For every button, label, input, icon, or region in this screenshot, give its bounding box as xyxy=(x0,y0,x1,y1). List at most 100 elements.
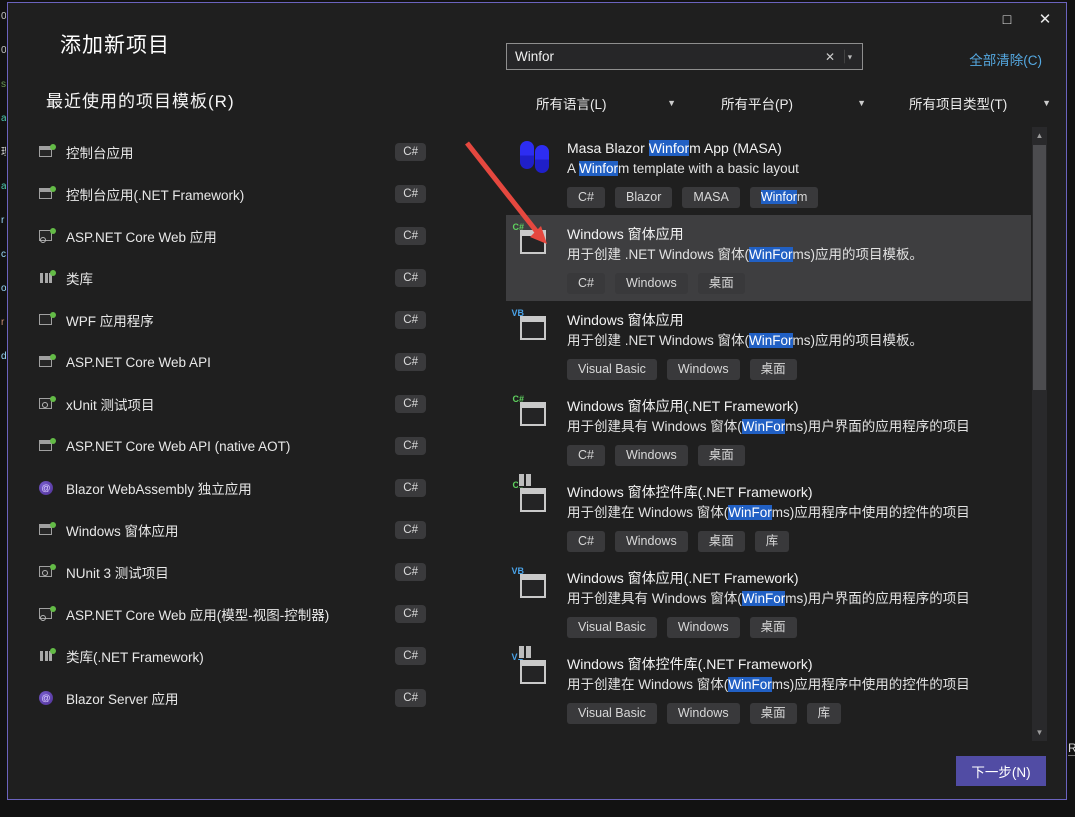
background-code-char: 0 xyxy=(0,34,6,68)
result-row[interactable]: Masa Blazor Winform App (MASA)A Winform … xyxy=(506,129,1031,215)
maximize-button[interactable]: □ xyxy=(996,9,1018,29)
result-desc-text-highlight: WinFor xyxy=(742,419,786,434)
result-desc-text-highlight: WinFor xyxy=(749,333,793,348)
result-title-text: Windows 窗体应用 xyxy=(567,312,684,328)
result-description: A Winform template with a basic layout xyxy=(567,159,818,179)
tag-text: 桌面 xyxy=(709,534,734,548)
masa-icon xyxy=(520,141,554,215)
background-code-char: 理 xyxy=(0,136,6,170)
tag-pill: 桌面 xyxy=(698,273,745,294)
result-row-selected[interactable]: C#Windows 窗体应用用于创建 .NET Windows 窗体(WinFo… xyxy=(506,215,1031,301)
result-body: Windows 窗体控件库(.NET Framework)用于创建在 Windo… xyxy=(567,654,970,731)
result-row[interactable]: C#Windows 窗体应用(.NET Framework)用于创建具有 Win… xyxy=(506,387,1031,473)
sidebar-template-item[interactable]: Windows 窗体应用C# xyxy=(38,509,426,551)
sidebar-template-item[interactable]: xUnit 测试项目C# xyxy=(38,383,426,425)
result-description: 用于创建具有 Windows 窗体(WinForms)用户界面的应用程序的项目 xyxy=(567,589,970,609)
sidebar-template-item[interactable]: ASP.NET Core Web 应用C# xyxy=(38,215,426,257)
scrollbar-down-arrow-icon[interactable]: ▼ xyxy=(1032,725,1047,740)
sidebar-template-item[interactable]: 控制台应用(.NET Framework)C# xyxy=(38,173,426,215)
tag-text: Windows xyxy=(678,620,729,634)
next-button[interactable]: 下一步(N) xyxy=(956,756,1046,786)
result-tags: C# Windows 桌面 xyxy=(567,273,923,294)
winforms-big-icon: C# xyxy=(520,227,554,301)
sidebar-template-item[interactable]: ASP.NET Core Web API (native AOT)C# xyxy=(38,425,426,467)
language-badge: C# xyxy=(395,185,426,203)
sidebar-template-item[interactable]: ASP.NET Core Web APIC# xyxy=(38,341,426,383)
result-row[interactable]: VBWindows 窗体控件库(.NET Framework)用于创建在 Win… xyxy=(506,645,1031,731)
search-dropdown-icon[interactable]: ▼ xyxy=(844,50,860,64)
background-code-char: a xyxy=(0,170,6,204)
result-row[interactable]: VBWindows 窗体应用(.NET Framework)用于创建具有 Win… xyxy=(506,559,1031,645)
sidebar-template-item[interactable]: 控制台应用C# xyxy=(38,131,426,173)
result-row[interactable]: VB Windows 窗体应用用于创建 .NET Windows 窗体(WinFo… xyxy=(506,301,1031,387)
web-api-icon xyxy=(38,438,56,454)
tag-text: C# xyxy=(578,276,594,290)
result-desc-text: ms)用户界面的应用程序的项目 xyxy=(785,591,970,606)
tag-pill: Visual Basic xyxy=(567,703,657,724)
tag-pill: 桌面 xyxy=(698,531,745,552)
winforms-big-icon: VB xyxy=(520,571,554,645)
background-code-char: r xyxy=(0,306,6,340)
background-editor-text: R xyxy=(1068,741,1075,756)
result-title-text: Windows 窗体控件库(.NET Framework) xyxy=(567,484,813,500)
language-badge: C# xyxy=(395,689,426,707)
results-scrollbar[interactable]: ▲ ▼ xyxy=(1032,127,1047,741)
tag-pill: 桌面 xyxy=(698,445,745,466)
result-title: Masa Blazor Winform App (MASA) xyxy=(567,138,818,158)
scrollbar-up-arrow-icon[interactable]: ▲ xyxy=(1032,128,1047,143)
language-badge: C# xyxy=(395,605,426,623)
tag-text: C# xyxy=(578,448,594,462)
tag-pill: 桌面 xyxy=(750,617,797,638)
search-input[interactable] xyxy=(507,49,818,64)
result-desc-text: 用于创建在 Windows 窗体( xyxy=(567,505,728,520)
result-desc-text-highlight: Winfor xyxy=(579,161,618,176)
background-code-char: r xyxy=(0,204,6,238)
result-title-text: m App (MASA) xyxy=(689,140,782,156)
test-icon xyxy=(38,564,56,580)
result-row[interactable]: C# Windows 窗体控件库(.NET Framework) 用于创建在 Win… xyxy=(506,473,1031,559)
platform-filter-dropdown[interactable]: 所有平台(P) ▼ xyxy=(721,89,866,117)
scrollbar-thumb[interactable] xyxy=(1033,145,1046,390)
sidebar-item-label: 类库(.NET Framework) xyxy=(66,646,204,666)
sidebar-template-item[interactable]: NUnit 3 测试项目C# xyxy=(38,551,426,593)
sidebar-template-item[interactable]: 类库C# xyxy=(38,257,426,299)
language-filter-dropdown[interactable]: 所有语言(L) ▼ xyxy=(536,89,676,117)
web-api-icon xyxy=(38,354,56,370)
result-desc-text: 用于创建具有 Windows 窗体( xyxy=(567,419,742,434)
result-title: Windows 窗体应用(.NET Framework) xyxy=(567,568,970,588)
background-code-char: o xyxy=(0,272,6,306)
sidebar-template-item[interactable]: ASP.NET Core Web 应用(模型-视图-控制器)C# xyxy=(38,593,426,635)
page-title: 添加新项目 xyxy=(60,29,170,59)
sidebar-template-item[interactable]: @Blazor Server 应用C# xyxy=(38,677,426,719)
background-editor-strip: 00sa理arcord xyxy=(0,0,6,817)
tag-pill: C# xyxy=(567,531,605,552)
tag-text: Windows xyxy=(678,362,729,376)
tag-text: Windows xyxy=(626,276,677,290)
result-desc-text: 用于创建具有 Windows 窗体( xyxy=(567,591,742,606)
result-desc-text: 用于创建 .NET Windows 窗体( xyxy=(567,333,749,348)
clear-all-link[interactable]: 全部清除(C) xyxy=(969,49,1042,69)
tag-pill: MASA xyxy=(682,187,739,208)
sidebar-item-label: Blazor Server 应用 xyxy=(66,688,179,708)
template-results-list: Masa Blazor Winform App (MASA)A Winform … xyxy=(506,129,1031,731)
tag-text: 库 xyxy=(766,534,779,548)
language-badge: C# xyxy=(395,269,426,287)
close-button[interactable]: ✕ xyxy=(1034,9,1056,29)
language-badge: C# xyxy=(395,143,426,161)
project-type-filter-dropdown[interactable]: 所有项目类型(T) ▼ xyxy=(909,89,1051,117)
tag-text: C# xyxy=(578,190,594,204)
sidebar-template-item[interactable]: @Blazor WebAssembly 独立应用C# xyxy=(38,467,426,509)
result-title-text-highlight: Winfor xyxy=(649,140,689,156)
result-title: Windows 窗体控件库(.NET Framework) xyxy=(567,654,970,674)
result-desc-text: 用于创建 .NET Windows 窗体( xyxy=(567,247,749,262)
sidebar-template-item[interactable]: 类库(.NET Framework)C# xyxy=(38,635,426,677)
sidebar-item-label: ASP.NET Core Web 应用 xyxy=(66,226,217,246)
tag-text: Visual Basic xyxy=(578,706,646,720)
tag-pill: C# xyxy=(567,187,605,208)
result-desc-text: A xyxy=(567,161,579,176)
search-clear-icon[interactable]: ✕ xyxy=(818,50,842,64)
filter-bar: 所有语言(L) ▼ 所有平台(P) ▼ 所有项目类型(T) ▼ xyxy=(536,89,1051,117)
result-description: 用于创建 .NET Windows 窗体(WinForms)应用的项目模板。 xyxy=(567,245,923,265)
winforms-big-icon: VB xyxy=(520,313,554,387)
sidebar-template-item[interactable]: WPF 应用程序C# xyxy=(38,299,426,341)
